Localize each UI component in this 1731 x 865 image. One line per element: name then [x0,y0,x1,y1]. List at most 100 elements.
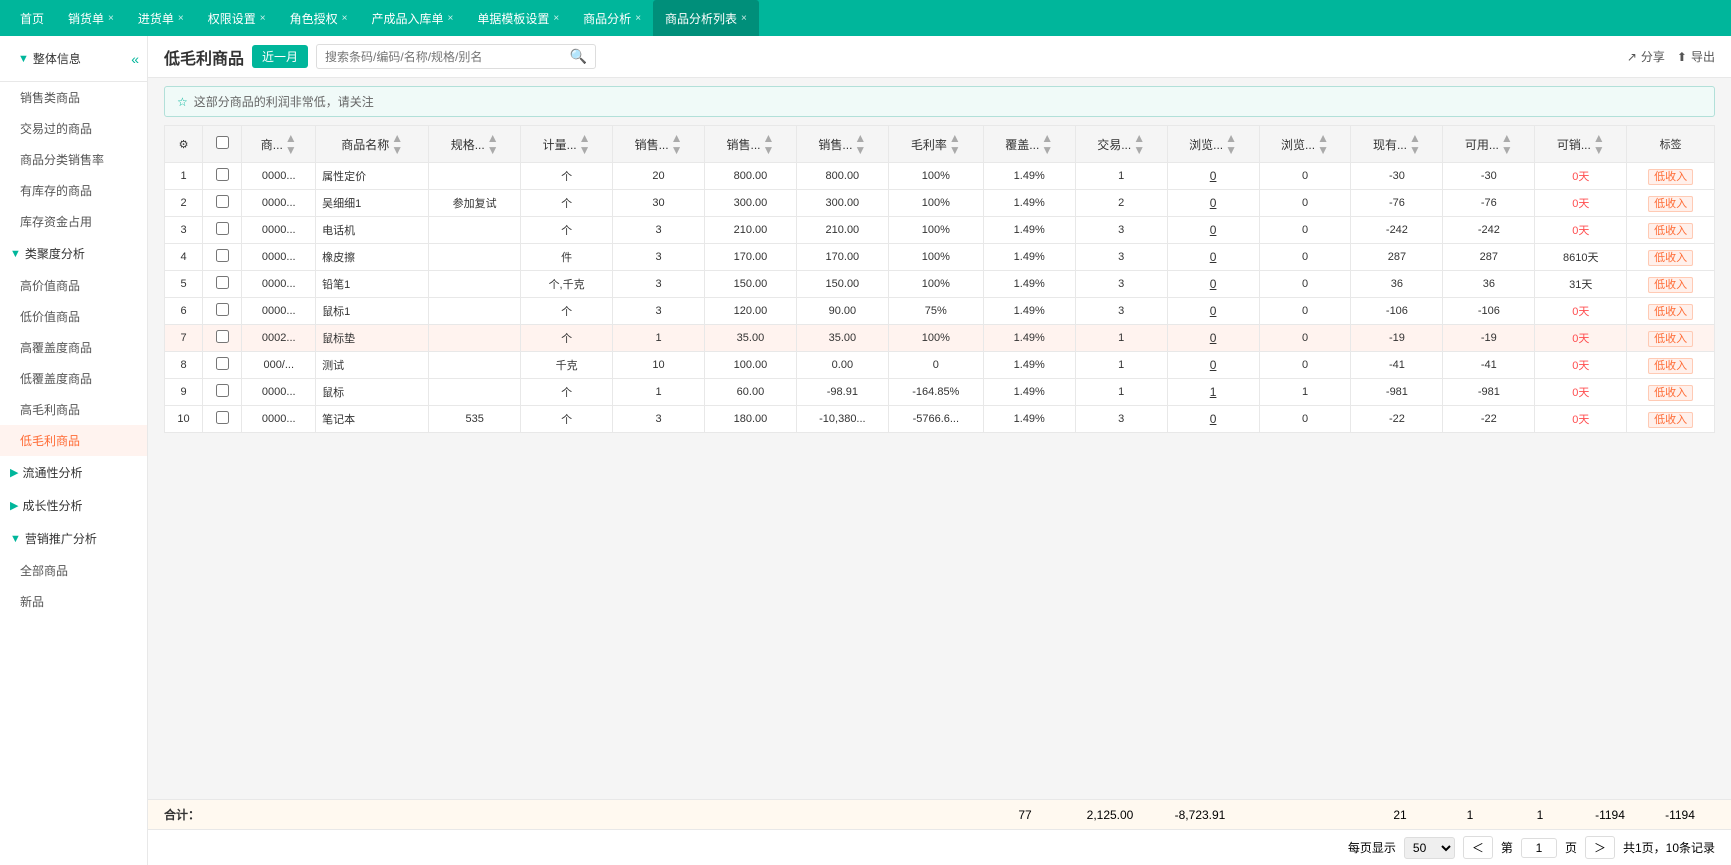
select-all-checkbox[interactable] [216,136,229,149]
total-browse1: 1 [1435,808,1505,822]
sidebar-item-low-margin[interactable]: 低毛利商品 [0,425,147,456]
nav-item-home[interactable]: 首页 [8,0,56,36]
tag-badge: 低收入 [1648,412,1693,428]
sidebar-item-all-goods[interactable]: 全部商品 [0,555,147,586]
close-icon[interactable]: × [178,13,184,24]
sidebar-item-new-goods[interactable]: 新品 [0,586,147,617]
sidebar-item-low-value[interactable]: 低价值商品 [0,301,147,332]
next-page-btn[interactable]: ＞ [1585,836,1615,859]
sidebar-item-high-value[interactable]: 高价值商品 [0,270,147,301]
row-checkbox[interactable] [203,217,242,244]
sidebar-item-low-coverage[interactable]: 低覆盖度商品 [0,363,147,394]
close-icon[interactable]: × [741,13,747,24]
sidebar-item-in-stock[interactable]: 有库存的商品 [0,175,147,206]
row-browse1[interactable]: 0 [1167,325,1259,352]
close-icon[interactable]: × [447,13,453,24]
th-browse1[interactable]: 浏览...▲▼ [1167,126,1259,163]
th-sales2[interactable]: 销售...▲▼ [704,126,796,163]
sidebar-item-capital[interactable]: 库存资金占用 [0,206,147,237]
th-checkbox[interactable] [203,126,242,163]
nav-item-sales[interactable]: 销货单 × [56,0,126,36]
per-page-select[interactable]: 50 20 100 [1404,837,1455,859]
row-checkbox[interactable] [203,244,242,271]
row-code: 0000... [242,298,316,325]
row-checkbox[interactable] [203,271,242,298]
th-gross[interactable]: 毛利率▲▼ [888,126,983,163]
row-code: 0000... [242,217,316,244]
sidebar-group-growth[interactable]: ▶ 成长性分析 [0,489,147,522]
row-browse2: 0 [1259,244,1351,271]
sidebar-item-high-coverage[interactable]: 高覆盖度商品 [0,332,147,363]
th-available[interactable]: 可用...▲▼ [1443,126,1535,163]
row-browse1[interactable]: 0 [1167,271,1259,298]
close-icon[interactable]: × [260,13,266,24]
th-settings[interactable]: ⚙ [165,126,203,163]
row-name: 测试 [316,352,429,379]
th-trade[interactable]: 交易...▲▼ [1075,126,1167,163]
share-button[interactable]: ↗ 分享 [1627,48,1665,65]
nav-item-analysis-list[interactable]: 商品分析列表 × [653,0,759,36]
row-checkbox[interactable] [203,325,242,352]
row-browse1[interactable]: 0 [1167,406,1259,433]
row-browse1[interactable]: 0 [1167,190,1259,217]
close-icon[interactable]: × [342,13,348,24]
th-sales1[interactable]: 销售...▲▼ [613,126,705,163]
th-current[interactable]: 现有...▲▼ [1351,126,1443,163]
th-code[interactable]: 商...▲▼ [242,126,316,163]
row-checkbox[interactable] [203,163,242,190]
row-browse1[interactable]: 1 [1167,379,1259,406]
sidebar-item-traded-goods[interactable]: 交易过的商品 [0,113,147,144]
row-trade: 3 [1075,244,1167,271]
row-coverage: 1.49% [983,325,1075,352]
row-browse2: 0 [1259,406,1351,433]
prev-page-btn[interactable]: ＜ [1463,836,1493,859]
sidebar-collapse-btn[interactable]: « [131,51,139,67]
search-icon[interactable]: 🔍 [570,48,587,65]
row-browse1[interactable]: 0 [1167,244,1259,271]
close-icon[interactable]: × [108,13,114,24]
nav-item-template[interactable]: 单据模板设置 × [465,0,571,36]
th-saleable[interactable]: 可销...▲▼ [1535,126,1627,163]
th-name[interactable]: 商品名称▲▼ [316,126,429,163]
row-checkbox[interactable] [203,352,242,379]
sidebar-item-category-rate[interactable]: 商品分类销售率 [0,144,147,175]
row-checkbox[interactable] [203,190,242,217]
row-browse1[interactable]: 0 [1167,298,1259,325]
nav-item-products[interactable]: 产成品入库单 × [359,0,465,36]
th-coverage[interactable]: 覆盖...▲▼ [983,126,1075,163]
close-icon[interactable]: × [553,13,559,24]
page-header: 低毛利商品 近一月 🔍 ↗ 分享 ⬆ 导出 [148,36,1731,78]
row-checkbox[interactable] [203,379,242,406]
row-tag: 低收入 [1627,244,1715,271]
th-browse2[interactable]: 浏览...▲▼ [1259,126,1351,163]
row-checkbox[interactable] [203,406,242,433]
table-area[interactable]: ⚙ 商...▲▼ 商品名称▲▼ 规格...▲▼ 计量...▲▼ 销售...▲▼ … [148,125,1731,799]
search-input[interactable] [325,50,566,64]
th-sales3[interactable]: 销售...▲▼ [796,126,888,163]
sidebar-item-high-margin[interactable]: 高毛利商品 [0,394,147,425]
sidebar-item-sales-goods[interactable]: 销售类商品 [0,82,147,113]
export-button[interactable]: ⬆ 导出 [1677,48,1715,65]
th-spec[interactable]: 规格...▲▼ [429,126,521,163]
sidebar-group-cluster[interactable]: ▼ 类聚度分析 [0,237,147,270]
nav-item-permissions[interactable]: 权限设置 × [196,0,278,36]
row-browse1[interactable]: 0 [1167,163,1259,190]
row-browse1[interactable]: 0 [1167,217,1259,244]
row-checkbox[interactable] [203,298,242,325]
row-name: 铅笔1 [316,271,429,298]
nav-item-roles[interactable]: 角色授权 × [278,0,360,36]
sidebar-group-overall[interactable]: ▼ 整体信息 [8,42,91,75]
close-icon[interactable]: × [635,13,641,24]
row-coverage: 1.49% [983,217,1075,244]
sidebar-group-flow[interactable]: ▶ 流通性分析 [0,456,147,489]
table-row: 10 0000... 笔记本 535 个 3 180.00 -10,380...… [165,406,1715,433]
th-unit[interactable]: 计量...▲▼ [521,126,613,163]
sidebar-group-marketing[interactable]: ▼ 营销推广分析 [0,522,147,555]
row-browse1[interactable]: 0 [1167,352,1259,379]
row-spec [429,298,521,325]
nav-item-analysis[interactable]: 商品分析 × [571,0,653,36]
period-button[interactable]: 近一月 [252,45,308,68]
nav-item-purchase[interactable]: 进货单 × [126,0,196,36]
page-input[interactable] [1521,838,1557,858]
row-no: 7 [165,325,203,352]
